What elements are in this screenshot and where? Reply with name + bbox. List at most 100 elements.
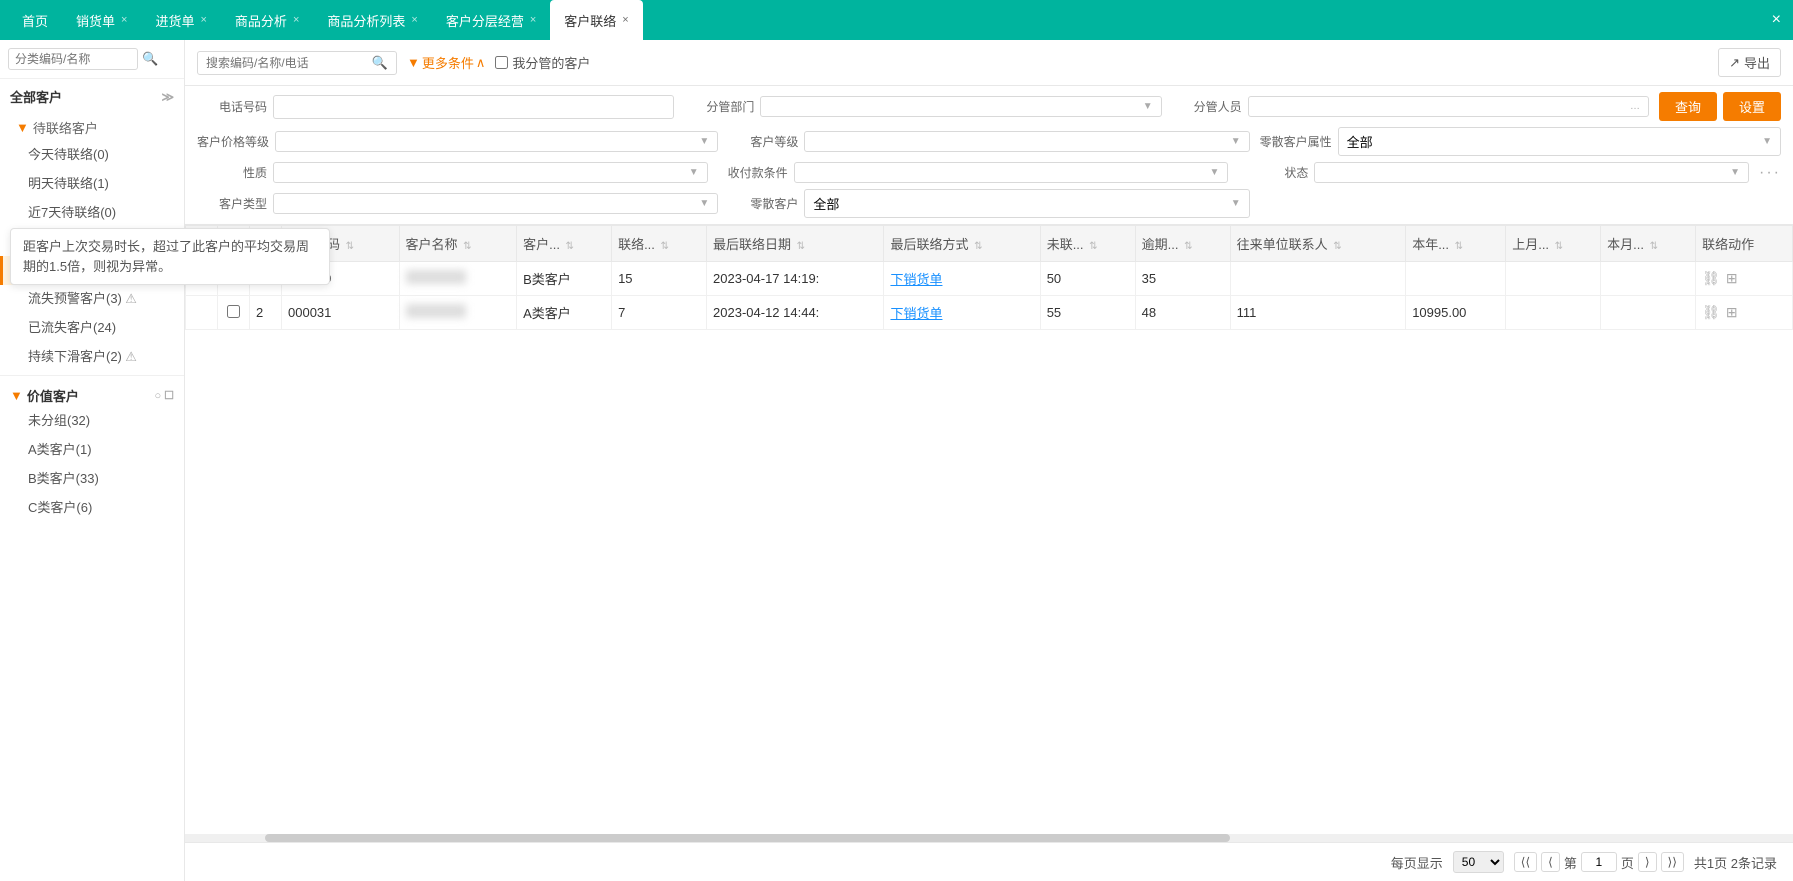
- row-related-1: 111: [1230, 296, 1406, 330]
- filter-row-1: 电话号码 分管部门 ▼ 分管人员 …: [197, 92, 1781, 121]
- col-this-month[interactable]: 本月... ⇅: [1601, 226, 1696, 262]
- export-button[interactable]: ↗ 导出: [1718, 48, 1781, 77]
- tab-purchase-order[interactable]: 进货单 ×: [141, 0, 220, 40]
- tab-sales-order[interactable]: 销货单 ×: [62, 0, 141, 40]
- action-grid-icon[interactable]: ⊞: [1726, 304, 1738, 321]
- col-related-person[interactable]: 往来单位联系人 ⇅: [1230, 226, 1406, 262]
- customer-table: ⚙ 客户编码 ⇅ 客户名称 ⇅ 客户... ⇅ 联络... ⇅ 最后联络日期 ⇅…: [185, 225, 1793, 330]
- page-size-select[interactable]: 50 20 100: [1453, 851, 1504, 873]
- sidebar-search-input[interactable]: [8, 48, 138, 70]
- col-last-method[interactable]: 最后联络方式 ⇅: [884, 226, 1040, 262]
- value-group-edit-icon[interactable]: ○ ☐: [154, 389, 174, 402]
- page-last-button[interactable]: ⟩⟩: [1661, 852, 1684, 872]
- col-name[interactable]: 客户名称 ⇅: [399, 226, 517, 262]
- action-link-icon[interactable]: ⛓: [1702, 304, 1720, 321]
- window-close-button[interactable]: ×: [1772, 11, 1781, 29]
- filter-btn-group: 查询 设置: [1659, 92, 1781, 121]
- tab-customer-stratified[interactable]: 客户分层经营 ×: [432, 0, 550, 40]
- set-button[interactable]: 设置: [1723, 92, 1781, 121]
- sidebar-item-today-pending[interactable]: 今天待联络(0): [0, 141, 184, 170]
- filter-gender: 性质 ▼: [197, 162, 708, 183]
- sidebar-item-c-class[interactable]: C类客户(6): [0, 494, 184, 523]
- my-customers-checkbox[interactable]: [495, 56, 508, 69]
- customer-level-select[interactable]: ▼: [804, 131, 1249, 152]
- table-footer: 每页显示 50 20 100 ⟨⟨ ⟨ 第 页 ⟩ ⟩⟩ 共1页 2条记录: [185, 842, 1793, 881]
- search-icon[interactable]: 🔍: [372, 55, 388, 71]
- col-contact[interactable]: 联络... ⇅: [612, 226, 707, 262]
- more-filters-button[interactable]: ▼ 更多条件 ∧: [407, 53, 485, 72]
- page-prev-button[interactable]: ⟨: [1541, 852, 1560, 872]
- export-icon: ↗: [1729, 55, 1740, 71]
- sidebar-item-lost-pre[interactable]: 流失预警客户(3) ⚠: [0, 285, 184, 314]
- payment-select[interactable]: ▼: [794, 162, 1229, 183]
- page-number-input[interactable]: [1581, 852, 1617, 872]
- row-this-month-0: [1601, 262, 1696, 296]
- tab-close-customer-contact[interactable]: ×: [622, 14, 628, 26]
- table-area: ⚙ 客户编码 ⇅ 客户名称 ⇅ 客户... ⇅ 联络... ⇅ 最后联络日期 ⇅…: [185, 225, 1793, 834]
- action-grid-icon[interactable]: ⊞: [1726, 270, 1738, 287]
- col-last-date[interactable]: 最后联络日期 ⇅: [707, 226, 884, 262]
- row-last-date-0: 2023-04-17 14:19:: [707, 262, 884, 296]
- row-last-method-0[interactable]: 下销货单: [884, 262, 1040, 296]
- sidebar-item-tomorrow-pending[interactable]: 明天待联络(1): [0, 170, 184, 199]
- row-checkbox[interactable]: [227, 305, 240, 318]
- sidebar-pending-group[interactable]: ▼ 待联络客户: [0, 114, 184, 141]
- tab-close-purchase-order[interactable]: ×: [200, 14, 206, 26]
- gender-arrow-icon: ▼: [689, 167, 699, 178]
- tab-product-analysis-list[interactable]: 商品分析列表 ×: [313, 0, 431, 40]
- sidebar-item-unclassified[interactable]: 未分组(32): [0, 407, 184, 436]
- page-next-button[interactable]: ⟩: [1638, 852, 1657, 872]
- col-last-month[interactable]: 上月... ⇅: [1506, 226, 1601, 262]
- filter-row-3: 性质 ▼ 收付款条件 ▼ 状态: [197, 162, 1781, 183]
- tab-customer-contact[interactable]: 客户联络 ×: [550, 0, 642, 40]
- status-select[interactable]: ▼: [1314, 162, 1749, 183]
- sidebar-item-a-class[interactable]: A类客户(1): [0, 436, 184, 465]
- row-name-0: [399, 262, 517, 296]
- col-no-contact[interactable]: 未联... ⇅: [1040, 226, 1135, 262]
- row3-more-dots[interactable]: ···: [1759, 164, 1781, 182]
- sidebar-item-7days-pending[interactable]: 近7天待联络(0): [0, 199, 184, 228]
- row-checkbox-1[interactable]: [218, 296, 250, 330]
- page-label: 第: [1564, 853, 1577, 872]
- retail-customer-arrow-icon: ▼: [1231, 198, 1241, 209]
- row-overdue-0: 35: [1135, 262, 1230, 296]
- tab-close-customer-stratified[interactable]: ×: [530, 14, 536, 26]
- query-button[interactable]: 查询: [1659, 92, 1717, 121]
- action-link-icon[interactable]: ⛓: [1702, 270, 1720, 287]
- gender-select[interactable]: ▼: [273, 162, 708, 183]
- row-last-method-1[interactable]: 下销货单: [884, 296, 1040, 330]
- tab-close-product-list[interactable]: ×: [411, 14, 417, 26]
- customer-price-select[interactable]: ▼: [275, 131, 718, 152]
- phone-input[interactable]: [273, 95, 674, 119]
- sidebar-item-lost-confirmed[interactable]: 已流失客户(24): [0, 314, 184, 343]
- sidebar-item-b-class[interactable]: B类客户(33): [0, 465, 184, 494]
- filter-status: 状态 ▼: [1238, 162, 1749, 183]
- col-class[interactable]: 客户... ⇅: [517, 226, 612, 262]
- my-customers-checkbox-label[interactable]: 我分管的客户: [495, 53, 590, 72]
- sub-dept-select[interactable]: ▼: [760, 96, 1161, 117]
- sidebar-item-continuous-down[interactable]: 持续下滑客户(2) ⚠: [0, 343, 184, 372]
- retail-attr-select[interactable]: 全部 ▼: [1338, 127, 1781, 156]
- page-first-button[interactable]: ⟨⟨: [1514, 852, 1537, 872]
- tab-close-sales-order[interactable]: ×: [121, 14, 127, 26]
- customer-type-arrow-icon: ▼: [699, 198, 709, 209]
- sidebar-search-icon[interactable]: 🔍: [142, 51, 158, 67]
- row-action-1: ⛓ ⊞: [1696, 296, 1793, 330]
- main-search-input[interactable]: [206, 56, 372, 70]
- col-this-year[interactable]: 本年... ⇅: [1406, 226, 1506, 262]
- scrollbar-thumb[interactable]: [265, 834, 1230, 842]
- row-code-1: 000031: [282, 296, 400, 330]
- col-overdue[interactable]: 逾期... ⇅: [1135, 226, 1230, 262]
- horizontal-scrollbar[interactable]: [185, 834, 1793, 842]
- tab-home[interactable]: 首页: [8, 0, 62, 40]
- tab-product-analysis[interactable]: 商品分析 ×: [221, 0, 313, 40]
- continuous-down-icon: ⚠: [125, 349, 137, 364]
- sidebar-collapse-icon[interactable]: ≫: [161, 90, 174, 104]
- tab-close-product-analysis[interactable]: ×: [293, 14, 299, 26]
- retail-customer-select[interactable]: 全部 ▼: [804, 189, 1249, 218]
- filter-retail-attr: 零散客户属性 全部 ▼: [1260, 127, 1781, 156]
- sub-person-select[interactable]: …: [1248, 96, 1649, 117]
- row-this-month-1: [1601, 296, 1696, 330]
- customer-type-select[interactable]: ▼: [273, 193, 718, 214]
- row-class-1: A类客户: [517, 296, 612, 330]
